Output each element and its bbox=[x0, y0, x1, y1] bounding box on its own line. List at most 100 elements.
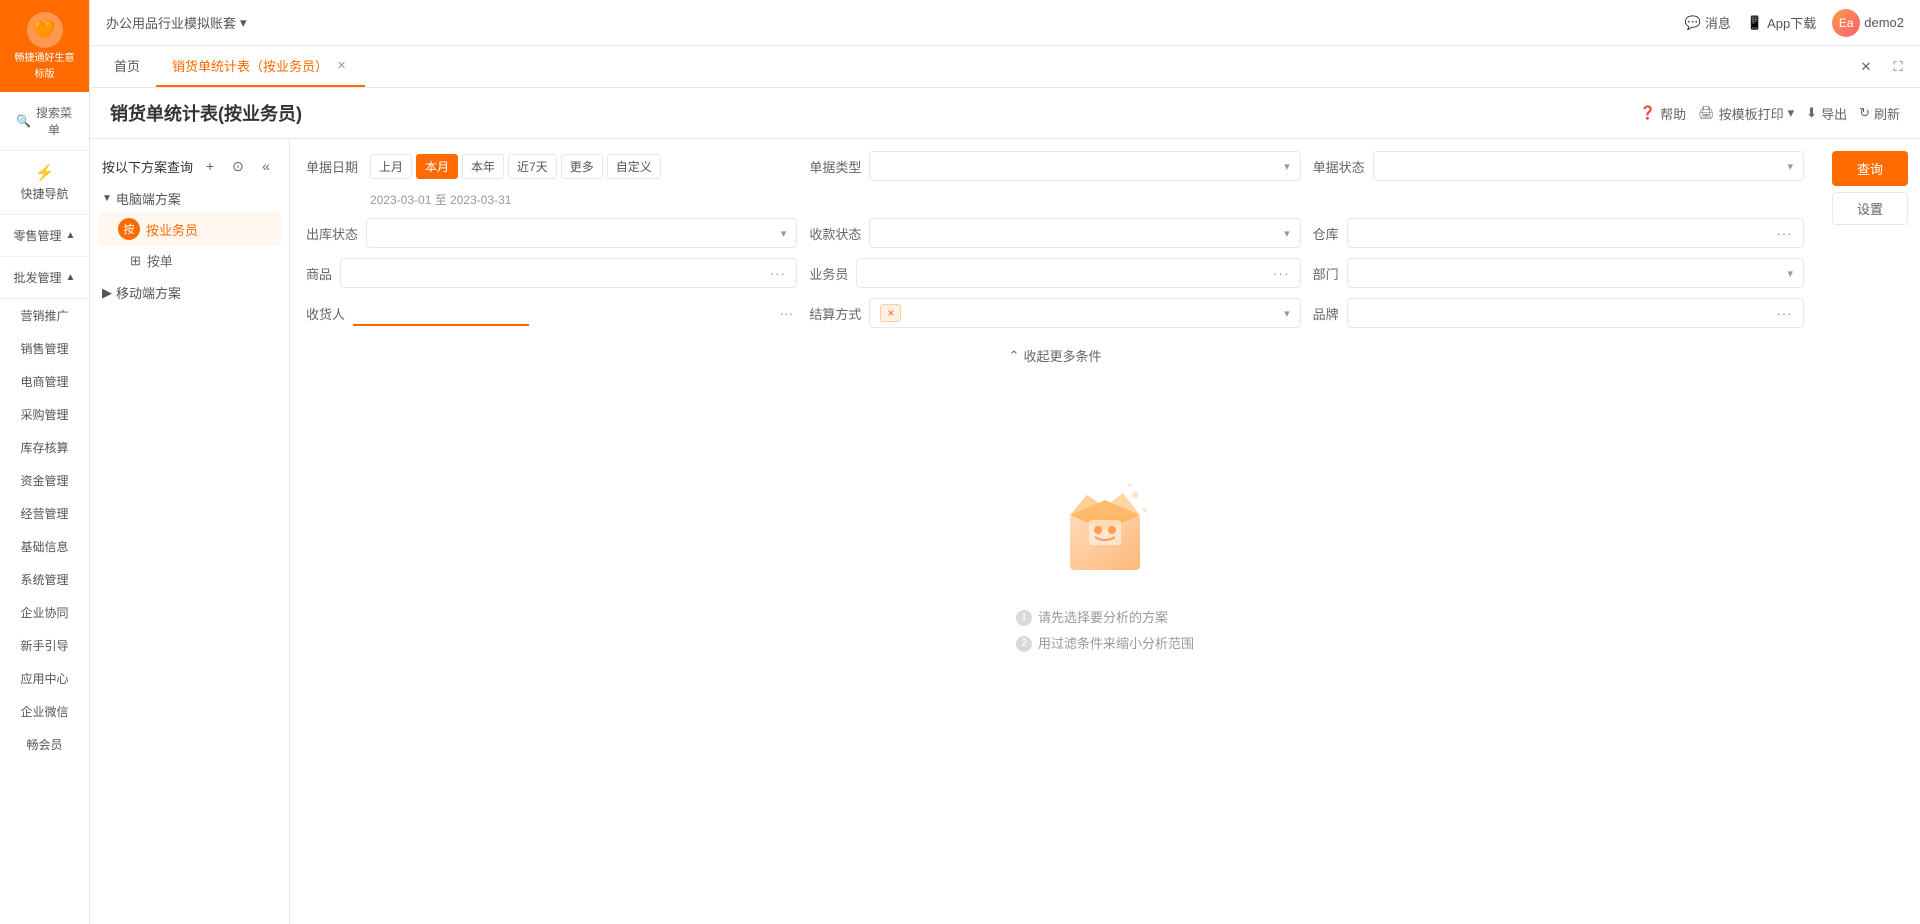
sidebar-item-app-center[interactable]: 应用中心 bbox=[0, 662, 89, 695]
system-label: 系统管理 bbox=[20, 571, 68, 588]
sidebar-item-finance[interactable]: 资金管理 bbox=[0, 464, 89, 497]
help-button[interactable]: ❓ 帮助 bbox=[1640, 104, 1686, 123]
sidebar-item-sales[interactable]: 销售管理 bbox=[0, 332, 89, 365]
sidebar-item-inventory[interactable]: 库存核算 bbox=[0, 431, 89, 464]
recv-status-select[interactable]: ▾ bbox=[869, 218, 1300, 248]
left-panel-icons: + ⊙ « bbox=[199, 155, 277, 177]
tab-sales-stat[interactable]: 销货单统计表（按业务员） ✕ bbox=[156, 46, 365, 87]
brand-select[interactable]: ··· bbox=[1347, 298, 1804, 328]
sidebar-item-new-guide[interactable]: 新手引导 bbox=[0, 629, 89, 662]
goods-select[interactable]: ··· bbox=[340, 258, 797, 288]
tab-fullscreen-button[interactable]: ⛶ bbox=[1884, 53, 1912, 81]
date-label: 单据日期 bbox=[306, 157, 362, 176]
schema-group-desktop-header[interactable]: ▼ 电脑端方案 bbox=[98, 185, 281, 212]
warehouse-label: 仓库 bbox=[1313, 224, 1339, 243]
collapse-arrow-icon: ⌃ bbox=[1009, 348, 1020, 364]
collapse-more-conditions-button[interactable]: ⌃ 收起更多条件 bbox=[306, 338, 1804, 373]
message-button[interactable]: 💬 消息 bbox=[1685, 13, 1731, 32]
logo-subtext: 标版 bbox=[35, 65, 55, 80]
salesman-select[interactable]: ··· bbox=[856, 258, 1300, 288]
sidebar-item-quick-nav[interactable]: ⚡ 快捷导航 bbox=[0, 155, 89, 210]
enterprise-wechat-label: 企业微信 bbox=[20, 703, 68, 720]
sidebar-item-purchase[interactable]: 采购管理 bbox=[0, 398, 89, 431]
breadcrumb-dropdown[interactable]: 办公用品行业模拟账套 ▾ bbox=[106, 13, 247, 32]
query-button[interactable]: 查询 bbox=[1832, 151, 1908, 186]
refresh-label: 刷新 bbox=[1874, 104, 1900, 123]
out-status-label: 出库状态 bbox=[306, 224, 358, 243]
tab-home[interactable]: 首页 bbox=[98, 46, 156, 87]
sidebar-item-operation[interactable]: 经营管理 bbox=[0, 497, 89, 530]
sidebar-item-member[interactable]: 畅会员 bbox=[0, 728, 89, 761]
dept-select[interactable]: ▾ bbox=[1347, 258, 1804, 288]
top-header-left: 办公用品行业模拟账套 ▾ bbox=[106, 13, 247, 32]
print-label: 按模板打印 bbox=[1719, 104, 1784, 123]
marketing-label: 营销推广 bbox=[20, 307, 68, 324]
search-icon: 🔍 bbox=[16, 114, 31, 128]
sidebar-item-system[interactable]: 系统管理 bbox=[0, 563, 89, 596]
receiver-label: 收货人 bbox=[306, 304, 345, 323]
doc-status-chevron-icon: ▾ bbox=[1787, 160, 1793, 173]
sub-item-icon: ⊞ bbox=[130, 253, 141, 269]
quick-nav-label: 快捷导航 bbox=[20, 185, 68, 202]
date-btn-this-year[interactable]: 本年 bbox=[462, 154, 504, 179]
warehouse-select[interactable]: ··· bbox=[1347, 218, 1804, 248]
brand-dots-icon: ··· bbox=[1776, 305, 1793, 321]
sidebar-item-wholesale[interactable]: 批发管理 ▲ bbox=[0, 261, 89, 294]
add-schema-button[interactable]: + bbox=[199, 155, 221, 177]
sidebar-item-retail[interactable]: 零售管理 ▲ bbox=[0, 219, 89, 252]
print-button[interactable]: 🖨 按模板打印 ▾ bbox=[1698, 104, 1794, 123]
sales-label: 销售管理 bbox=[20, 340, 68, 357]
app-center-label: 应用中心 bbox=[20, 670, 68, 687]
schema-group-mobile-header[interactable]: ▶ 移动端方案 bbox=[98, 279, 281, 306]
wholesale-arrow-icon: ▲ bbox=[66, 272, 76, 283]
filter-row-2: 出库状态 ▾ 收款状态 ▾ bbox=[306, 218, 1804, 248]
doc-type-label: 单据类型 bbox=[809, 157, 861, 176]
brand-label: 品牌 bbox=[1313, 304, 1339, 323]
export-button[interactable]: ⬇ 导出 bbox=[1806, 104, 1847, 123]
sidebar-item-enterprise-wechat[interactable]: 企业微信 bbox=[0, 695, 89, 728]
warehouse-group: 仓库 ··· bbox=[1313, 218, 1804, 248]
help-label: 帮助 bbox=[1660, 104, 1686, 123]
search-menu-button[interactable]: 🔍 搜索菜单 bbox=[8, 100, 81, 142]
page-content: 销货单统计表(按业务员) ❓ 帮助 🖨 按模板打印 ▾ ⬇ 导出 ↻ 刷新 bbox=[90, 88, 1920, 924]
app-download-button[interactable]: 📱 App下载 bbox=[1747, 13, 1816, 32]
finance-label: 资金管理 bbox=[20, 472, 68, 489]
settle-label: 结算方式 bbox=[809, 304, 861, 323]
empty-icon bbox=[1045, 465, 1165, 585]
sidebar-item-marketing[interactable]: 营销推广 bbox=[0, 299, 89, 332]
operation-label: 经营管理 bbox=[20, 505, 68, 522]
settings-schema-button[interactable]: ⊙ bbox=[227, 155, 249, 177]
settings-button[interactable]: 设置 bbox=[1832, 192, 1908, 225]
refresh-button[interactable]: ↻ 刷新 bbox=[1859, 104, 1900, 123]
sidebar-item-ecommerce[interactable]: 电商管理 bbox=[0, 365, 89, 398]
doc-status-select[interactable]: ▾ bbox=[1373, 151, 1804, 181]
date-btn-this-month[interactable]: 本月 bbox=[416, 154, 458, 179]
date-btn-7days[interactable]: 近7天 bbox=[508, 154, 557, 179]
sidebar-item-collab[interactable]: 企业协同 bbox=[0, 596, 89, 629]
user-profile[interactable]: Ea demo2 bbox=[1832, 9, 1904, 37]
date-btn-more[interactable]: 更多 bbox=[561, 154, 603, 179]
fullscreen-icon: ⛶ bbox=[1893, 59, 1902, 75]
tab-close-icon[interactable]: ✕ bbox=[334, 58, 349, 73]
out-status-select[interactable]: ▾ bbox=[366, 218, 797, 248]
dept-label: 部门 bbox=[1313, 264, 1339, 283]
settle-group: 结算方式 × ▾ bbox=[809, 298, 1300, 328]
schema-sub-item-by-order[interactable]: ⊞ 按单 bbox=[98, 246, 281, 275]
settle-select[interactable]: × ▾ bbox=[869, 298, 1300, 328]
left-panel: 按以下方案查询 + ⊙ « ▼ 电脑端方案 按 按业务员 bbox=[90, 139, 290, 924]
receiver-input[interactable] bbox=[353, 301, 529, 326]
nav-retail: 零售管理 ▲ bbox=[0, 215, 89, 257]
date-range-display: 2023-03-01 至 2023-03-31 bbox=[306, 191, 1804, 208]
schema-item-by-salesman[interactable]: 按 按业务员 bbox=[98, 212, 281, 246]
date-btn-last-month[interactable]: 上月 bbox=[370, 154, 412, 179]
doc-type-select[interactable]: ▾ bbox=[869, 151, 1300, 181]
sidebar-logo[interactable]: 🧡 畅捷通好生意 标版 bbox=[0, 0, 89, 92]
date-btn-custom[interactable]: 自定义 bbox=[607, 154, 661, 179]
avatar-text: Ea bbox=[1839, 16, 1854, 30]
page-header-actions: ❓ 帮助 🖨 按模板打印 ▾ ⬇ 导出 ↻ 刷新 bbox=[1640, 104, 1900, 123]
doc-status-label: 单据状态 bbox=[1313, 157, 1365, 176]
tab-close-all-button[interactable]: ✕ bbox=[1852, 53, 1880, 81]
settle-tag-close[interactable]: × bbox=[887, 306, 894, 320]
sidebar-item-basic-info[interactable]: 基础信息 bbox=[0, 530, 89, 563]
collapse-panel-button[interactable]: « bbox=[255, 155, 277, 177]
